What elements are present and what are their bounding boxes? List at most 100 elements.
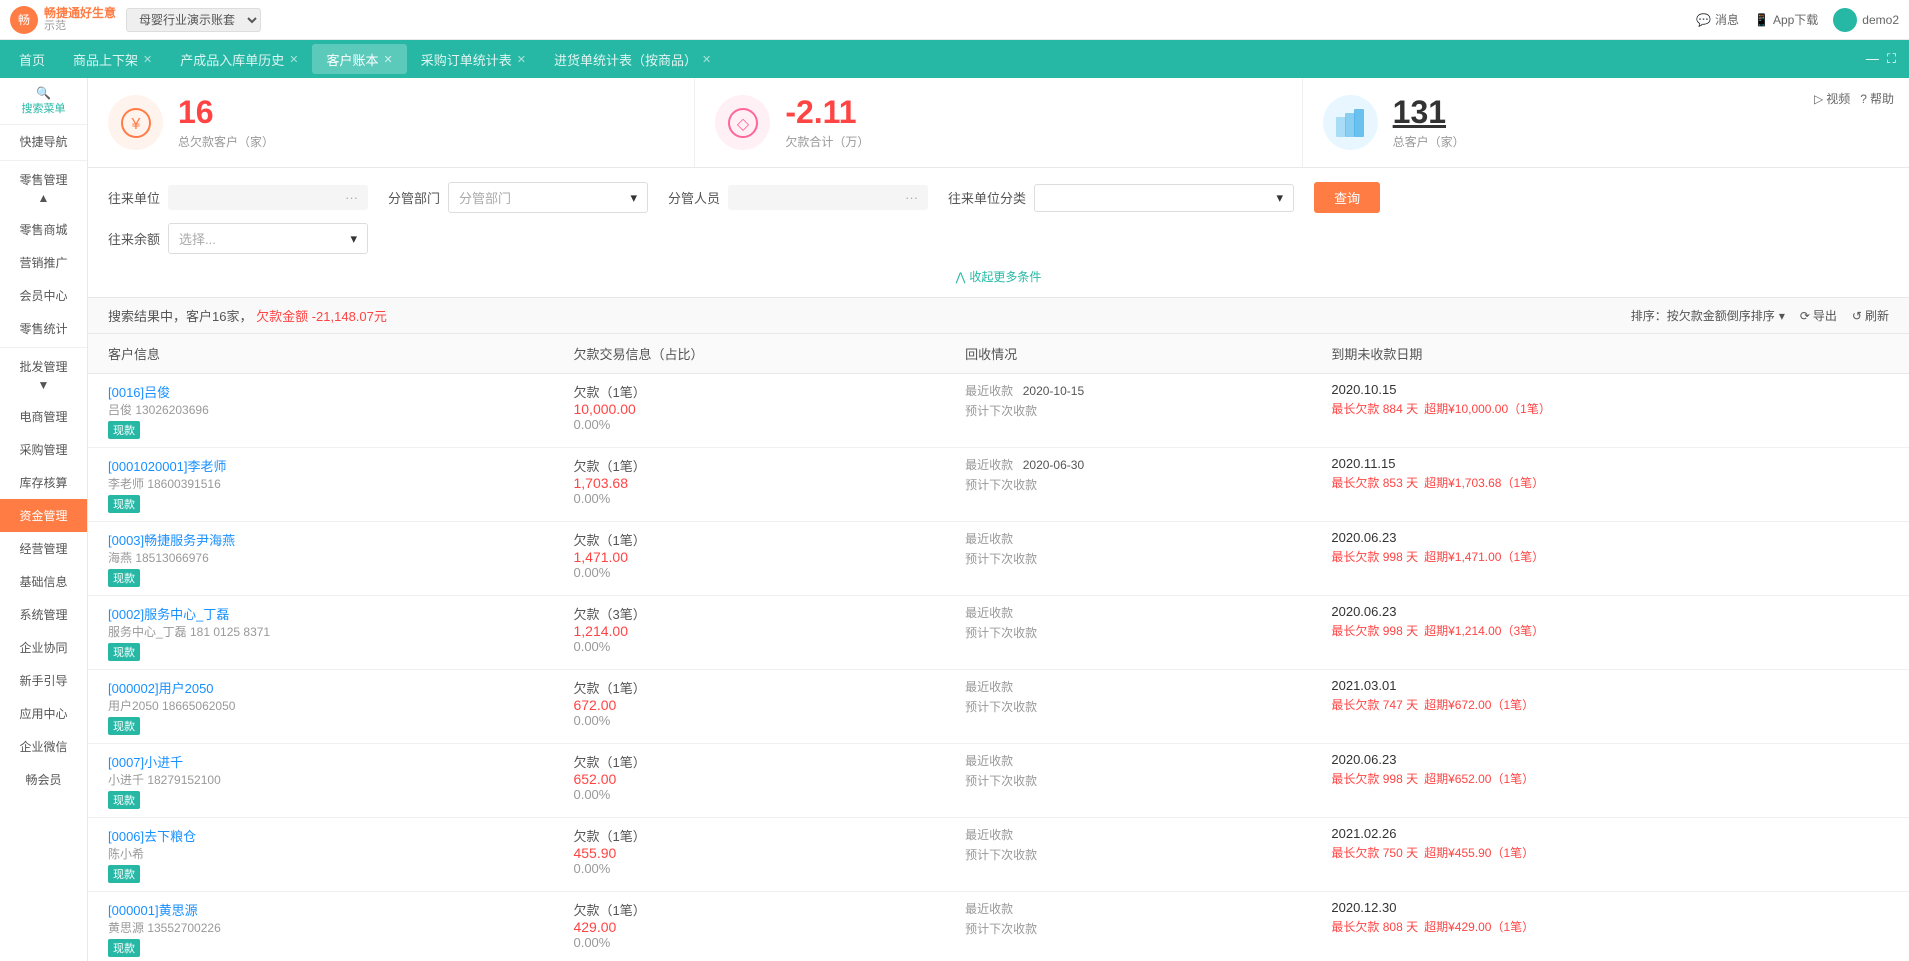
sidebar-search[interactable]: 🔍 搜索菜单 (0, 78, 87, 125)
overdue-amount[interactable]: 超期¥1,214.00（3笔） (1424, 622, 1544, 639)
last-payment-label: 最近收款 (965, 606, 1013, 620)
sidebar-item-retail-mall[interactable]: 零售商城 (0, 213, 87, 246)
message-btn[interactable]: 💬 消息 (1696, 11, 1739, 28)
tab-inventory-stats[interactable]: 进货单统计表（按商品） ✕ (540, 44, 725, 74)
help-icon: ? (1860, 92, 1867, 106)
customer-name[interactable]: [000001]黄思源 (108, 900, 533, 919)
sidebar-item-retail-mgmt[interactable]: 零售管理 ▲ (0, 163, 87, 213)
last-payment-label: 最近收款 (965, 754, 1013, 768)
debt-info-cell: 欠款（1笔） 455.90 0.00% (553, 818, 945, 892)
sidebar-item-enterprise[interactable]: 企业协同 (0, 631, 87, 664)
app-download-btn[interactable]: 📱 App下载 (1754, 11, 1818, 28)
customer-tag: 现款 (108, 791, 140, 809)
close-tab-production[interactable]: ✕ (289, 53, 298, 66)
overdue-amount[interactable]: 超期¥10,000.00（1笔） (1424, 400, 1551, 417)
help-btn[interactable]: ? 帮助 (1860, 90, 1894, 107)
video-btn[interactable]: ▷ 视频 (1814, 90, 1850, 107)
app-name: 畅捷通好生意 (44, 6, 116, 20)
category-select[interactable]: ▾ (1034, 184, 1294, 212)
user-avatar[interactable]: demo2 (1833, 8, 1899, 32)
export-btn[interactable]: ⟳ 导出 (1800, 307, 1837, 324)
sidebar-item-purchase[interactable]: 采购管理 (0, 433, 87, 466)
table-container: 客户信息 欠款交易信息（占比） 回收情况 到期未收款日期 [0016]吕俊 吕俊… (88, 334, 1909, 961)
close-tab-customer-account[interactable]: ✕ (384, 53, 393, 66)
chevron-down-icon-dept: ▾ (631, 190, 638, 206)
sidebar-item-wechat[interactable]: 企业微信 (0, 730, 87, 763)
overdue-amount[interactable]: 超期¥455.90（1笔） (1424, 844, 1534, 861)
minimize-btn[interactable]: — (1866, 51, 1879, 67)
tab-production[interactable]: 产成品入库单历史 ✕ (166, 44, 312, 74)
svg-text:◇: ◇ (737, 116, 750, 133)
stat-info-3: 131 总客户（家） (1393, 96, 1465, 150)
collapse-btn[interactable]: ⋀ 收起更多条件 (956, 268, 1042, 285)
manager-input[interactable]: ··· (728, 185, 928, 210)
col-customer-info: 客户信息 (88, 334, 553, 374)
overdue-amount[interactable]: 超期¥672.00（1笔） (1424, 696, 1534, 713)
sidebar-item-vip[interactable]: 畅会员 (0, 763, 87, 796)
customer-tag: 现款 (108, 495, 140, 513)
stat-icon-3 (1323, 95, 1378, 150)
sidebar-item-quick-nav[interactable]: 快捷导航 (0, 125, 87, 158)
customer-name[interactable]: [0016]吕俊 (108, 382, 533, 401)
tab-home[interactable]: 首页 (5, 44, 59, 74)
repayment-cell: 最近收款 预计下次收款 (945, 596, 1311, 670)
sidebar-item-newbie[interactable]: 新手引导 (0, 664, 87, 697)
sidebar-item-finance[interactable]: 资金管理 (0, 499, 87, 532)
dept-select[interactable]: 分管部门 ▾ (448, 182, 648, 213)
debt-amount: 429.00 (573, 919, 925, 935)
last-payment-label: 最近收款 (965, 458, 1013, 472)
stat-number-1: 16 (178, 96, 274, 128)
chevron-down-icon-category: ▾ (1277, 190, 1284, 206)
sidebar-item-retail-stats[interactable]: 零售统计 (0, 312, 87, 345)
top-bar-label: 示范 (44, 20, 116, 33)
sidebar-item-batch-mgmt[interactable]: 批发管理 ▼ (0, 350, 87, 400)
refresh-btn[interactable]: ↺ 刷新 (1852, 307, 1889, 324)
customer-name[interactable]: [000002]用户2050 (108, 678, 533, 697)
overdue-amount[interactable]: 超期¥1,703.68（1笔） (1424, 474, 1544, 491)
debt-label: 欠款（1笔） (573, 752, 925, 771)
close-tab-inventory-stats[interactable]: ✕ (702, 53, 711, 66)
customer-name[interactable]: [0002]服务中心_丁磊 (108, 604, 533, 623)
customer-name[interactable]: [0003]畅捷服务尹海燕 (108, 530, 533, 549)
tab-products[interactable]: 商品上下架 ✕ (59, 44, 166, 74)
close-tab-products[interactable]: ✕ (143, 53, 152, 66)
sidebar-item-basic-info[interactable]: 基础信息 (0, 565, 87, 598)
tab-customer-account[interactable]: 客户账本 ✕ (312, 44, 406, 74)
close-tab-purchase-order[interactable]: ✕ (517, 53, 526, 66)
sidebar-item-inventory[interactable]: 库存核算 (0, 466, 87, 499)
customer-name[interactable]: [0001020001]李老师 (108, 456, 533, 475)
overdue-amount[interactable]: 超期¥652.00（1笔） (1424, 770, 1534, 787)
filter-row-2: 往来余额 选择... ▾ (108, 223, 1889, 254)
stat-label-3: 总客户（家） (1393, 133, 1465, 150)
balance-select[interactable]: 选择... ▾ (168, 223, 368, 254)
source-unit-input[interactable]: ··· (168, 185, 368, 210)
customer-phone: 小进千 18279152100 (108, 771, 533, 788)
tab-purchase-order[interactable]: 采购订单统计表 ✕ (407, 44, 540, 74)
sort-select[interactable]: 排序：按欠款金额倒序排序 ▾ (1631, 307, 1785, 324)
due-date-cell: 2021.03.01 最长欠款 747 天 超期¥672.00（1笔） (1311, 670, 1909, 744)
sidebar-item-operations[interactable]: 经营管理 (0, 532, 87, 565)
customer-tag: 现款 (108, 421, 140, 439)
refresh-icon: ↺ (1852, 309, 1862, 323)
company-select[interactable]: 母婴行业演示账套 (126, 8, 261, 32)
sidebar-item-app-center[interactable]: 应用中心 (0, 697, 87, 730)
overdue-amount[interactable]: 超期¥1,471.00（1笔） (1424, 548, 1544, 565)
customer-name[interactable]: [0007]小进千 (108, 752, 533, 771)
customer-name[interactable]: [0006]去下粮仓 (108, 826, 533, 845)
debt-percent: 0.00% (573, 787, 925, 802)
sidebar-item-marketing[interactable]: 营销推广 (0, 246, 87, 279)
overdue-amount[interactable]: 超期¥429.00（1笔） (1424, 918, 1534, 935)
customer-info-cell: [000002]用户2050 用户2050 18665062050 现款 (88, 670, 553, 744)
customer-info-cell: [0016]吕俊 吕俊 13026203696 现款 (88, 374, 553, 448)
table-row: [0016]吕俊 吕俊 13026203696 现款 欠款（1笔） 10,000… (88, 374, 1909, 448)
customer-tag: 现款 (108, 939, 140, 957)
due-date: 2020.06.23 (1331, 530, 1889, 545)
debt-percent: 0.00% (573, 417, 925, 432)
search-button[interactable]: 查询 (1314, 182, 1380, 213)
sidebar-item-member[interactable]: 会员中心 (0, 279, 87, 312)
category-label: 往来单位分类 (948, 188, 1026, 207)
sidebar-item-ecommerce[interactable]: 电商管理 (0, 400, 87, 433)
maximize-btn[interactable]: ⛶ (1887, 51, 1896, 67)
sidebar-item-system[interactable]: 系统管理 (0, 598, 87, 631)
repayment-cell: 最近收款 预计下次收款 (945, 522, 1311, 596)
